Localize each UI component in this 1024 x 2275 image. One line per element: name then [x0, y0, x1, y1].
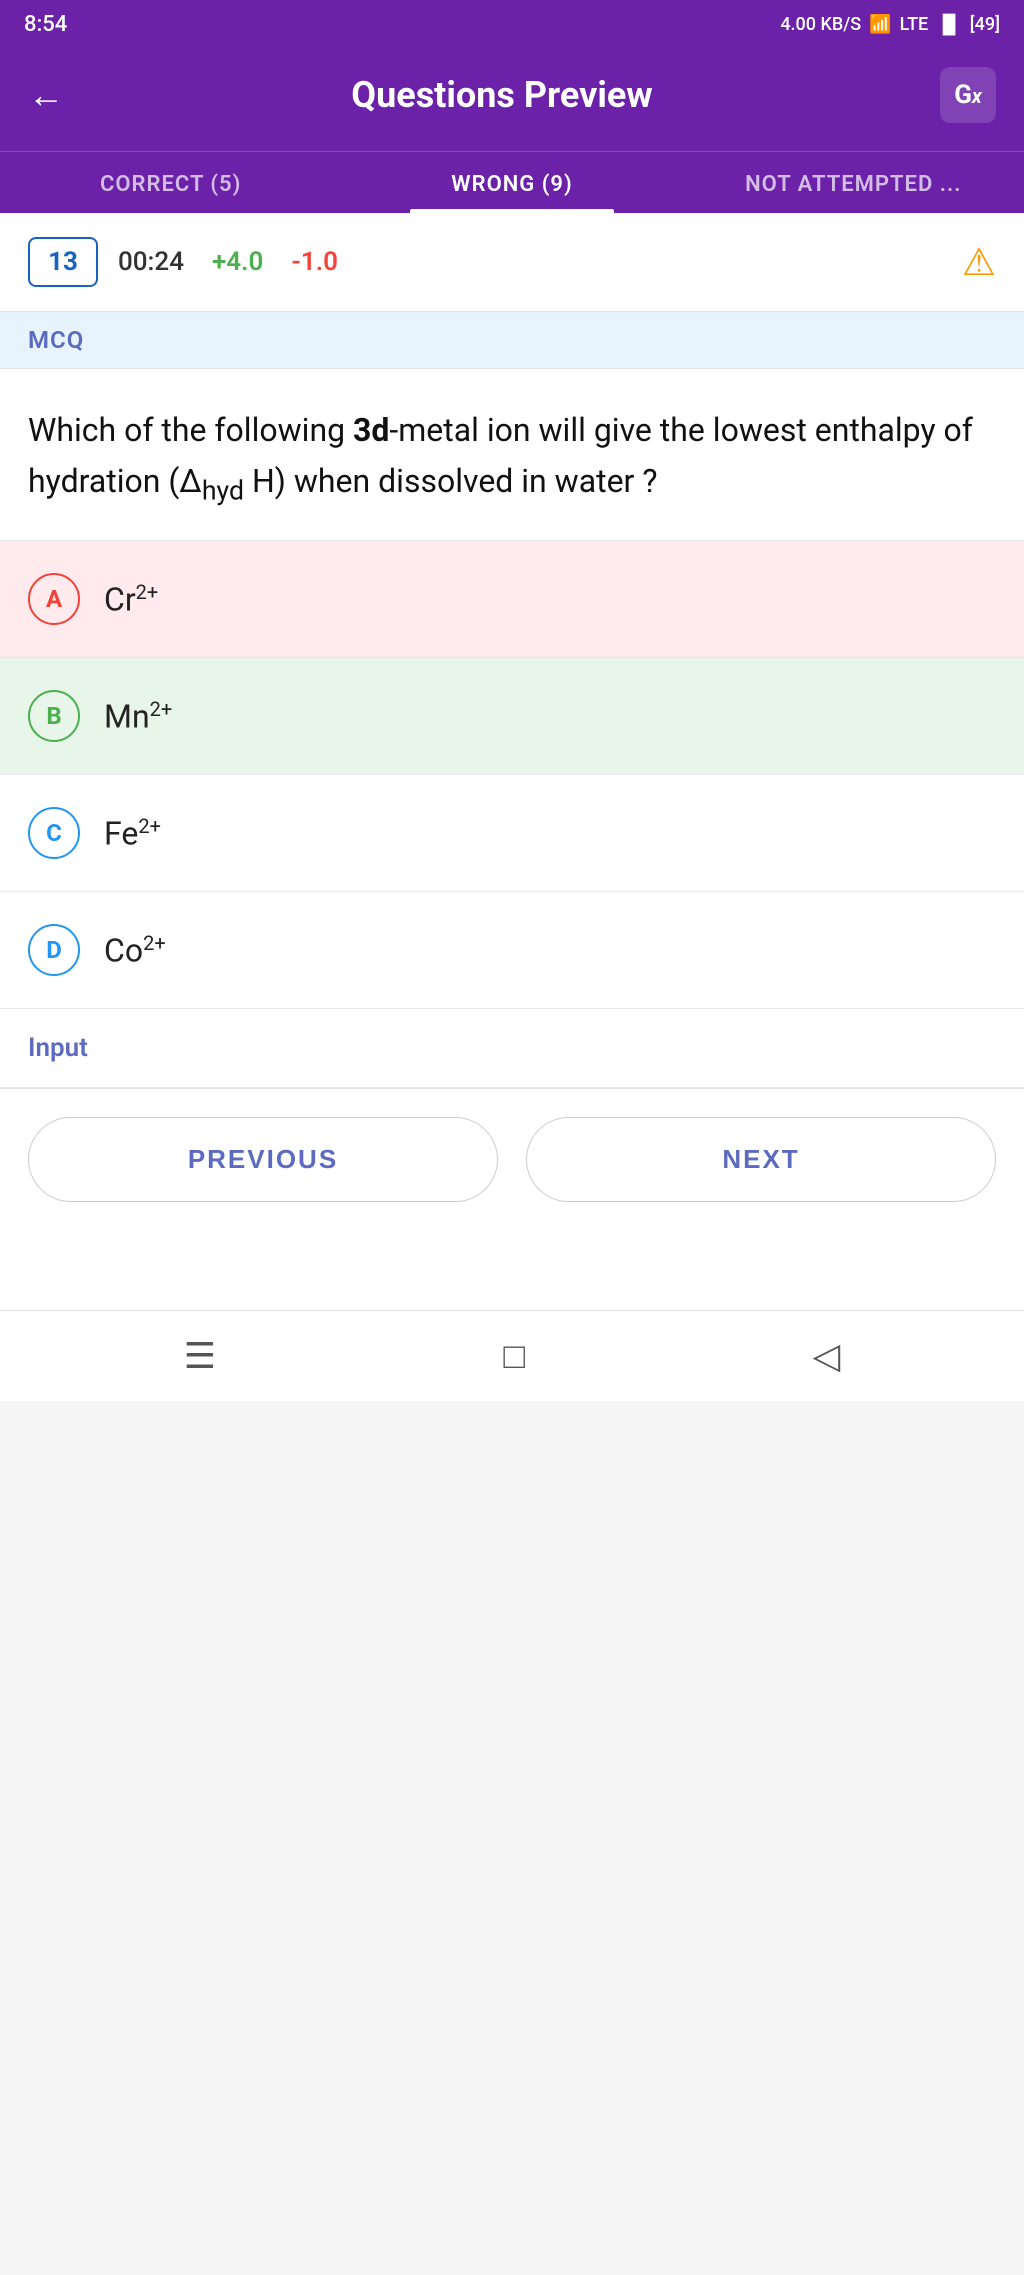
battery-icon: [49]: [970, 14, 1000, 35]
question-type-label: MCQ: [0, 312, 1024, 369]
page-title: Questions Preview: [351, 74, 652, 116]
option-a-circle: A: [28, 573, 80, 625]
subscript-hyd: hyd: [202, 475, 244, 507]
question-text-part1: Which of the following 3d-metal ion will…: [28, 411, 973, 500]
question-text: Which of the following 3d-metal ion will…: [0, 369, 1024, 541]
question-number: 13: [28, 237, 98, 287]
header: ← Questions Preview Gx: [0, 49, 1024, 151]
tab-wrong[interactable]: WRONG (9): [341, 152, 682, 213]
option-d[interactable]: D Co2+: [0, 892, 1024, 1009]
marks-positive: +4.0: [212, 247, 263, 277]
option-d-text: Co2+: [104, 931, 166, 970]
option-b-circle: B: [28, 690, 80, 742]
question-timer: 00:24: [118, 247, 184, 277]
signal-bars: ▐▌: [936, 14, 962, 35]
previous-button[interactable]: PREVIOUS: [28, 1117, 498, 1202]
option-d-circle: D: [28, 924, 80, 976]
option-a[interactable]: A Cr2+: [0, 541, 1024, 658]
network-speed: 4.00 KB/S: [780, 14, 861, 35]
back-button[interactable]: ←: [28, 74, 64, 116]
home-icon[interactable]: □: [503, 1335, 525, 1377]
tab-not-attempted[interactable]: NOT ATTEMPTED ...: [683, 152, 1024, 213]
status-bar-right: 4.00 KB/S 📶 LTE ▐▌ [49]: [780, 14, 1000, 35]
signal-type: LTE: [900, 14, 929, 35]
wifi-icon: 📶: [869, 14, 891, 35]
menu-icon[interactable]: ☰: [184, 1335, 216, 1377]
option-b-text: Mn2+: [104, 697, 172, 736]
tab-correct[interactable]: CORRECT (5): [0, 152, 341, 213]
navigation-buttons: PREVIOUS NEXT: [0, 1088, 1024, 1230]
marks-negative: -1.0: [291, 247, 338, 277]
input-section: Input: [0, 1009, 1024, 1088]
translate-icon: Gx: [954, 80, 982, 110]
tabs-bar: CORRECT (5) WRONG (9) NOT ATTEMPTED ...: [0, 151, 1024, 213]
warning-icon: ⚠: [962, 240, 996, 285]
option-c-text: Fe2+: [104, 814, 161, 853]
translate-button[interactable]: Gx: [940, 67, 996, 123]
option-c-circle: C: [28, 807, 80, 859]
content-area: 13 00:24 +4.0 -1.0 ⚠ MCQ Which of the fo…: [0, 213, 1024, 1401]
status-bar: 8:54 4.00 KB/S 📶 LTE ▐▌ [49]: [0, 0, 1024, 49]
bold-3d: 3d: [353, 411, 389, 449]
bottom-navigation-bar: ☰ □ ◁: [0, 1310, 1024, 1401]
question-header-left: 13 00:24 +4.0 -1.0: [28, 237, 338, 287]
option-a-text: Cr2+: [104, 580, 158, 619]
back-nav-icon[interactable]: ◁: [813, 1335, 841, 1377]
option-c[interactable]: C Fe2+: [0, 775, 1024, 892]
status-time: 8:54: [24, 12, 67, 37]
next-button[interactable]: NEXT: [526, 1117, 996, 1202]
question-header: 13 00:24 +4.0 -1.0 ⚠: [0, 213, 1024, 312]
option-b[interactable]: B Mn2+: [0, 658, 1024, 775]
input-label: Input: [28, 1033, 88, 1063]
